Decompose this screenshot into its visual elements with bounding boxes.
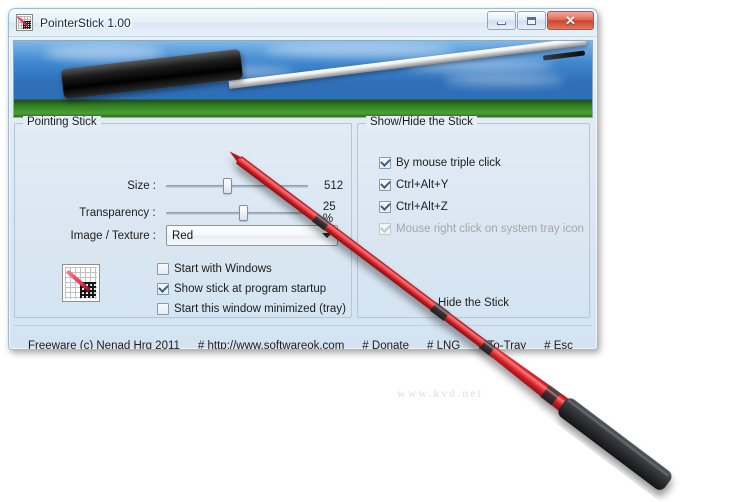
checkbox-box[interactable]	[157, 283, 169, 295]
checkbox-label: By mouse triple click	[396, 157, 501, 169]
stick-grip	[558, 398, 672, 490]
banner-stick-tip	[542, 50, 586, 61]
title-bar[interactable]: PointerStick 1.00 ✕	[9, 9, 597, 37]
checkbox-mouse-triple-click[interactable]: By mouse triple click	[379, 157, 501, 169]
copyright-text: Freeware (c) Nenad Hrg 2011	[28, 339, 180, 350]
transparency-value: 25 %	[322, 201, 336, 225]
size-row: Size : 512	[64, 177, 349, 195]
size-slider[interactable]	[166, 177, 308, 195]
minimize-icon	[497, 21, 506, 25]
checkbox-ctrl-alt-y[interactable]: Ctrl+Alt+Y	[379, 179, 448, 191]
transparency-slider[interactable]	[165, 204, 307, 222]
checkbox-box[interactable]	[379, 157, 391, 169]
link-to-tray[interactable]: # To-Tray	[478, 340, 526, 350]
size-slider-thumb[interactable]	[223, 178, 233, 194]
stick-band	[540, 384, 561, 406]
application-window: PointerStick 1.00 ✕ Pointing Stick Size …	[8, 8, 598, 350]
show-hide-group: Show/Hide the Stick	[357, 116, 590, 318]
banner-image	[13, 40, 593, 118]
window-controls: ✕	[487, 11, 594, 30]
checkbox-start-minimized[interactable]: Start this window minimized (tray)	[157, 303, 346, 315]
watermark-subtext: www.kvd.net	[397, 386, 483, 400]
pointerstick-icon	[16, 14, 33, 31]
stick-shaft-wide	[489, 346, 569, 412]
checkbox-label: Ctrl+Alt+Y	[396, 179, 449, 191]
maximize-button[interactable]	[517, 11, 546, 30]
checkbox-show-stick-at-startup[interactable]: Show stick at program startup	[157, 283, 326, 295]
transparency-slider-thumb[interactable]	[238, 205, 248, 221]
checkbox-box[interactable]	[157, 303, 169, 315]
checkbox-label: Start this window minimized (tray)	[174, 303, 346, 315]
pointerstick-preview-icon	[62, 264, 100, 302]
transparency-slider-track[interactable]	[165, 212, 307, 215]
pointing-stick-group-label: Pointing Stick	[23, 116, 101, 128]
checkbox-label: Ctrl+Alt+Z	[396, 201, 448, 213]
checkbox-box[interactable]	[157, 263, 169, 275]
checkbox-label: Start with Windows	[174, 263, 272, 275]
grip-highlight	[567, 399, 669, 477]
size-label: Size :	[127, 180, 156, 192]
minimize-button[interactable]	[487, 11, 516, 30]
size-value: 512	[324, 180, 344, 192]
link-lng[interactable]: # LNG	[427, 340, 460, 350]
link-donate[interactable]: # Donate	[362, 340, 409, 350]
texture-dropdown-toggle[interactable]	[318, 227, 336, 244]
hide-the-stick-button[interactable]: Hide the Stick	[357, 297, 590, 309]
client-area: Pointing Stick Size : 512 Transparency :…	[9, 37, 597, 349]
checkbox-box[interactable]	[379, 201, 391, 213]
status-bar: Freeware (c) Nenad Hrg 2011 # http://www…	[14, 325, 592, 350]
texture-label: Image / Texture :	[70, 229, 156, 242]
checkbox-box	[379, 223, 391, 235]
link-esc[interactable]: # Esc	[544, 340, 573, 350]
screen-root: KVD www.kvd.net PointerStick 1.00 ✕	[0, 0, 744, 502]
checkbox-ctrl-alt-z[interactable]: Ctrl+Alt+Z	[379, 201, 448, 213]
window-title: PointerStick 1.00	[40, 15, 131, 30]
texture-row: Image / Texture : Red	[55, 225, 338, 246]
checkbox-start-with-windows[interactable]: Start with Windows	[157, 263, 272, 275]
transparency-row: Transparency : 25 %	[64, 201, 349, 225]
checkbox-label: Mouse right click on system tray icon	[396, 223, 584, 235]
size-slider-track[interactable]	[166, 185, 308, 188]
texture-selected-value: Red	[172, 229, 194, 242]
close-button[interactable]: ✕	[547, 11, 594, 30]
maximize-icon	[527, 16, 536, 25]
link-website[interactable]: # http://www.softwareok.com	[198, 340, 344, 350]
chevron-down-icon	[322, 233, 332, 238]
texture-combobox[interactable]: Red	[166, 225, 338, 246]
show-hide-group-label: Show/Hide the Stick	[366, 116, 477, 128]
checkbox-box[interactable]	[379, 179, 391, 191]
checkbox-tray-right-click: Mouse right click on system tray icon	[379, 223, 584, 235]
transparency-label: Transparency :	[79, 207, 156, 219]
checkbox-label: Show stick at program startup	[174, 283, 327, 295]
